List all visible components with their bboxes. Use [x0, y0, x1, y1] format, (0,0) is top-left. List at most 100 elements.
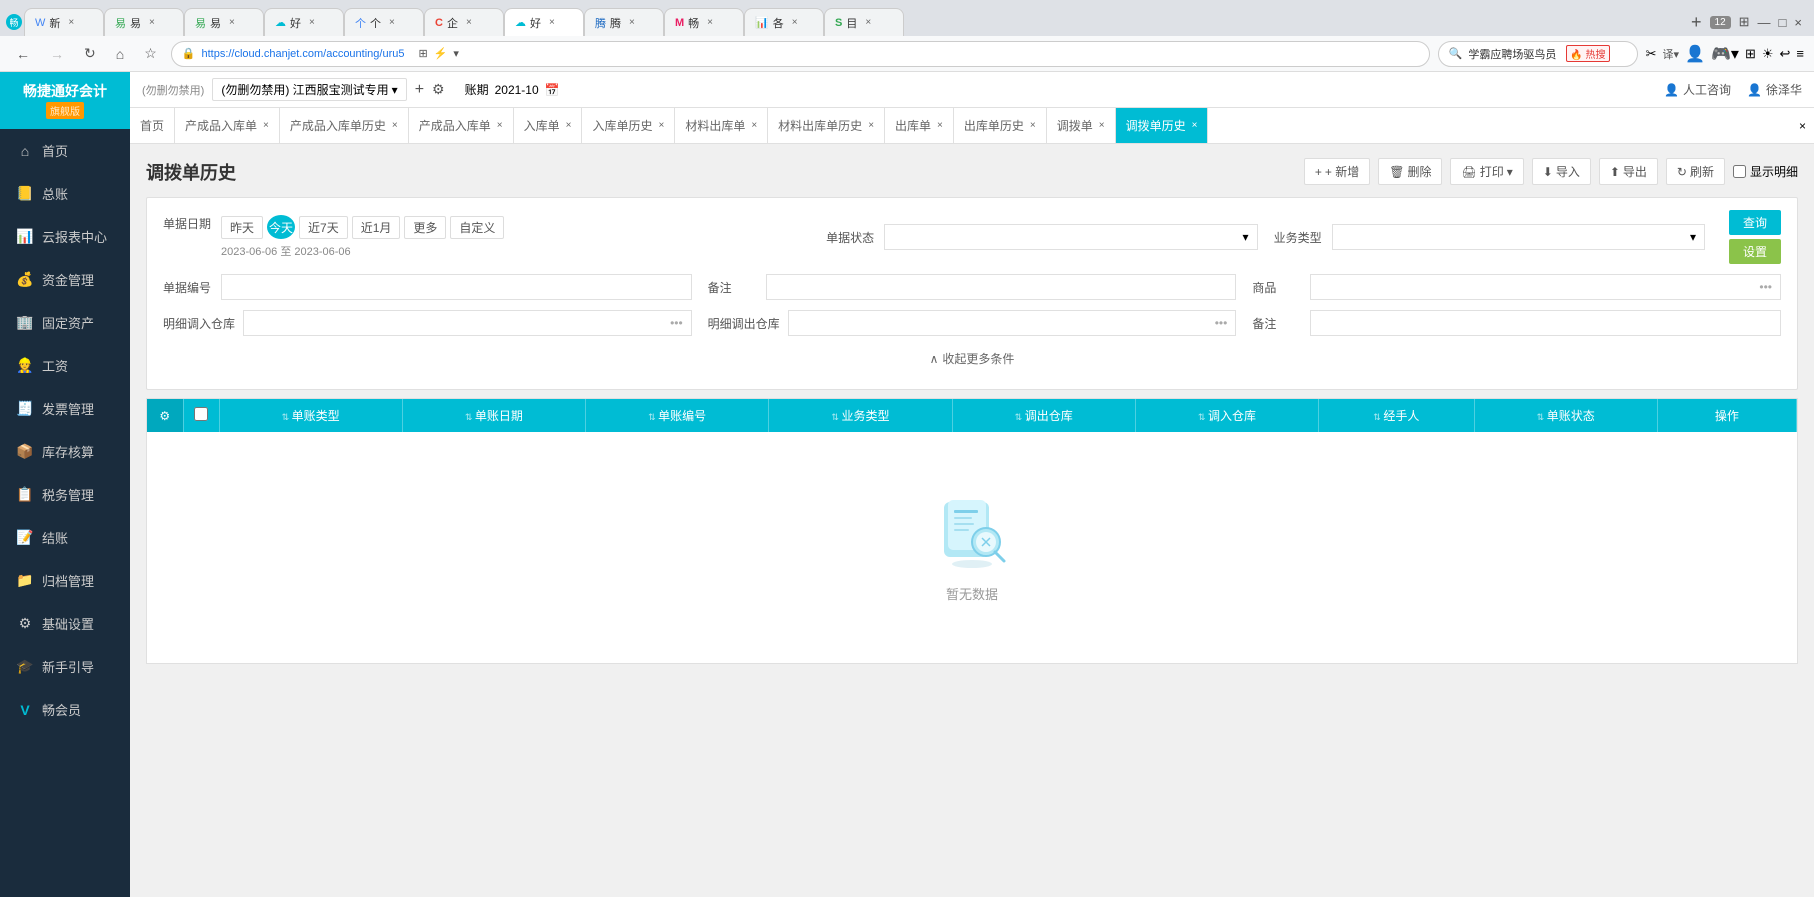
history-icon[interactable]: ↩: [1780, 46, 1791, 62]
sidebar-item-tax[interactable]: 📋 税务管理: [0, 473, 130, 516]
show-columns-checkbox[interactable]: [1733, 165, 1746, 178]
th-doc-no[interactable]: ⇅ 单账编号: [586, 399, 769, 432]
browser-tab-8[interactable]: 腾 腾 ×: [584, 8, 664, 36]
browser-tab-2[interactable]: 易 易 ×: [104, 8, 184, 36]
sidebar-item-settings[interactable]: ⚙ 基础设置: [0, 602, 130, 645]
consult-button[interactable]: 👤 人工咨询: [1664, 81, 1731, 98]
sidebar-item-home[interactable]: ⌂ 首页: [0, 129, 130, 172]
page-tab-product-inbound-history[interactable]: 产成品入库单历史 ×: [280, 108, 409, 144]
calendar-icon[interactable]: 📅: [545, 83, 560, 97]
select-all-checkbox[interactable]: [194, 407, 208, 421]
sidebar-item-archive[interactable]: 📁 归档管理: [0, 559, 130, 602]
scissors-icon[interactable]: ✂: [1646, 46, 1657, 62]
url-bar[interactable]: 🔒 https://cloud.chanjet.com/accounting/u…: [171, 41, 1430, 67]
tab1-close[interactable]: ×: [68, 17, 74, 28]
th-doc-date[interactable]: ⇅ 单账日期: [402, 399, 585, 432]
sidebar-item-salary[interactable]: 👷 工资: [0, 344, 130, 387]
goods-select[interactable]: •••: [1310, 274, 1781, 300]
filter-settings-button[interactable]: 设置: [1729, 239, 1781, 264]
note-input[interactable]: [766, 274, 1237, 300]
material-outbound-close[interactable]: ×: [751, 120, 757, 131]
browser-tab-7[interactable]: ☁ 好 ×: [504, 8, 584, 36]
transfer-history-close[interactable]: ×: [1192, 120, 1198, 131]
avatar-icon[interactable]: 👤: [1685, 44, 1705, 64]
product-inbound-history-close[interactable]: ×: [392, 120, 398, 131]
browser-tab-3[interactable]: 易 易 ×: [184, 8, 264, 36]
date-yesterday-btn[interactable]: 昨天: [221, 216, 263, 239]
close-all-tabs-button[interactable]: ×: [1791, 108, 1814, 144]
page-tab-home[interactable]: 首页: [130, 108, 175, 144]
detail-out-select[interactable]: •••: [788, 310, 1237, 336]
sidebar-item-inventory[interactable]: 📦 库存核算: [0, 430, 130, 473]
page-tab-material-outbound[interactable]: 材料出库单 ×: [675, 108, 768, 144]
refresh-button-page[interactable]: ↻ 刷新: [1666, 158, 1725, 185]
detail-in-select[interactable]: •••: [243, 310, 692, 336]
maximize-icon[interactable]: □: [1779, 15, 1787, 30]
minimize-icon[interactable]: —: [1758, 15, 1771, 30]
th-status[interactable]: ⇅ 单账状态: [1474, 399, 1657, 432]
page-tab-inbound[interactable]: 入库单 ×: [514, 108, 583, 144]
sidebar-item-assets[interactable]: 🏢 固定资产: [0, 301, 130, 344]
sidebar-item-close[interactable]: 📝 结账: [0, 516, 130, 559]
date-more-btn[interactable]: 更多: [404, 216, 446, 239]
th-in-warehouse[interactable]: ⇅ 调入仓库: [1135, 399, 1318, 432]
brightness-icon[interactable]: ☀: [1762, 46, 1774, 62]
forward-button[interactable]: →: [44, 44, 70, 64]
date-7days-btn[interactable]: 近7天: [299, 216, 348, 239]
add-company-button[interactable]: +: [415, 81, 424, 99]
th-handler[interactable]: ⇅ 经手人: [1319, 399, 1474, 432]
export-button[interactable]: ⬆ 导出: [1599, 158, 1658, 185]
doc-number-input[interactable]: [221, 274, 692, 300]
browser-tab-6[interactable]: C 企 ×: [424, 8, 504, 36]
sidebar-item-fund[interactable]: 💰 资金管理: [0, 258, 130, 301]
tab2-close[interactable]: ×: [149, 17, 155, 28]
collapse-button[interactable]: ∧ 收起更多条件: [918, 346, 1027, 371]
inbound-close[interactable]: ×: [566, 120, 572, 131]
note2-input[interactable]: [1310, 310, 1781, 336]
page-tab-product-inbound2[interactable]: 产成品入库单 ×: [409, 108, 514, 144]
browser-tab-5[interactable]: 个 个 ×: [344, 8, 424, 36]
import-button[interactable]: ⬇ 导入: [1532, 158, 1591, 185]
close-window-icon[interactable]: ×: [1794, 15, 1802, 30]
th-doc-type[interactable]: ⇅ 单账类型: [219, 399, 402, 432]
browser-tab-9[interactable]: M 畅 ×: [664, 8, 744, 36]
back-button[interactable]: ←: [10, 44, 36, 64]
product-inbound2-close[interactable]: ×: [497, 120, 503, 131]
new-button[interactable]: + + 新增: [1304, 158, 1370, 185]
print-button[interactable]: 🖨 打印 ▾: [1450, 158, 1523, 185]
date-today-btn[interactable]: 今天: [267, 215, 295, 239]
sidebar-item-invoice[interactable]: 🧾 发票管理: [0, 387, 130, 430]
sidebar-item-reports[interactable]: 📊 云报表中心: [0, 215, 130, 258]
refresh-button[interactable]: ↻: [78, 43, 102, 64]
topbar-settings-icon[interactable]: ⚙: [432, 81, 445, 98]
tab-menu-icon[interactable]: ⊞: [1739, 14, 1750, 30]
new-tab-button[interactable]: +: [1691, 12, 1702, 33]
tab7-close[interactable]: ×: [549, 17, 555, 28]
tab11-close[interactable]: ×: [865, 17, 871, 28]
material-outbound-history-close[interactable]: ×: [868, 120, 874, 131]
status-select[interactable]: ▾: [884, 224, 1257, 250]
browser-tab-11[interactable]: S 目 ×: [824, 8, 904, 36]
page-tab-material-outbound-history[interactable]: 材料出库单历史 ×: [768, 108, 885, 144]
date-custom-btn[interactable]: 自定义: [450, 216, 504, 239]
th-biz-type[interactable]: ⇅ 业务类型: [769, 399, 952, 432]
outbound-close[interactable]: ×: [937, 120, 943, 131]
browser-tab-4[interactable]: ☁ 好 ×: [264, 8, 344, 36]
tab5-close[interactable]: ×: [389, 17, 395, 28]
sidebar-item-vip[interactable]: V 畅会员: [0, 688, 130, 731]
tab9-close[interactable]: ×: [707, 17, 713, 28]
page-tab-outbound-history[interactable]: 出库单历史 ×: [954, 108, 1047, 144]
page-tab-inbound-history[interactable]: 入库单历史 ×: [582, 108, 675, 144]
browser-tab-10[interactable]: 📊 各 ×: [744, 8, 824, 36]
tab10-close[interactable]: ×: [792, 17, 798, 28]
query-button[interactable]: 查询: [1729, 210, 1781, 235]
th-gear[interactable]: ⚙: [147, 399, 183, 432]
tab6-close[interactable]: ×: [466, 17, 472, 28]
tab3-close[interactable]: ×: [229, 17, 235, 28]
page-tab-outbound[interactable]: 出库单 ×: [885, 108, 954, 144]
bookmark-button[interactable]: ☆: [138, 43, 163, 64]
browser-search-bar[interactable]: 🔍 学霸应聘场驱鸟员 🔥 热搜: [1438, 41, 1638, 67]
company-dropdown[interactable]: (勿删勿禁用) 江西服宝测试专用 ▾: [212, 78, 406, 101]
page-tab-transfer[interactable]: 调拨单 ×: [1047, 108, 1116, 144]
date-1month-btn[interactable]: 近1月: [352, 216, 401, 239]
